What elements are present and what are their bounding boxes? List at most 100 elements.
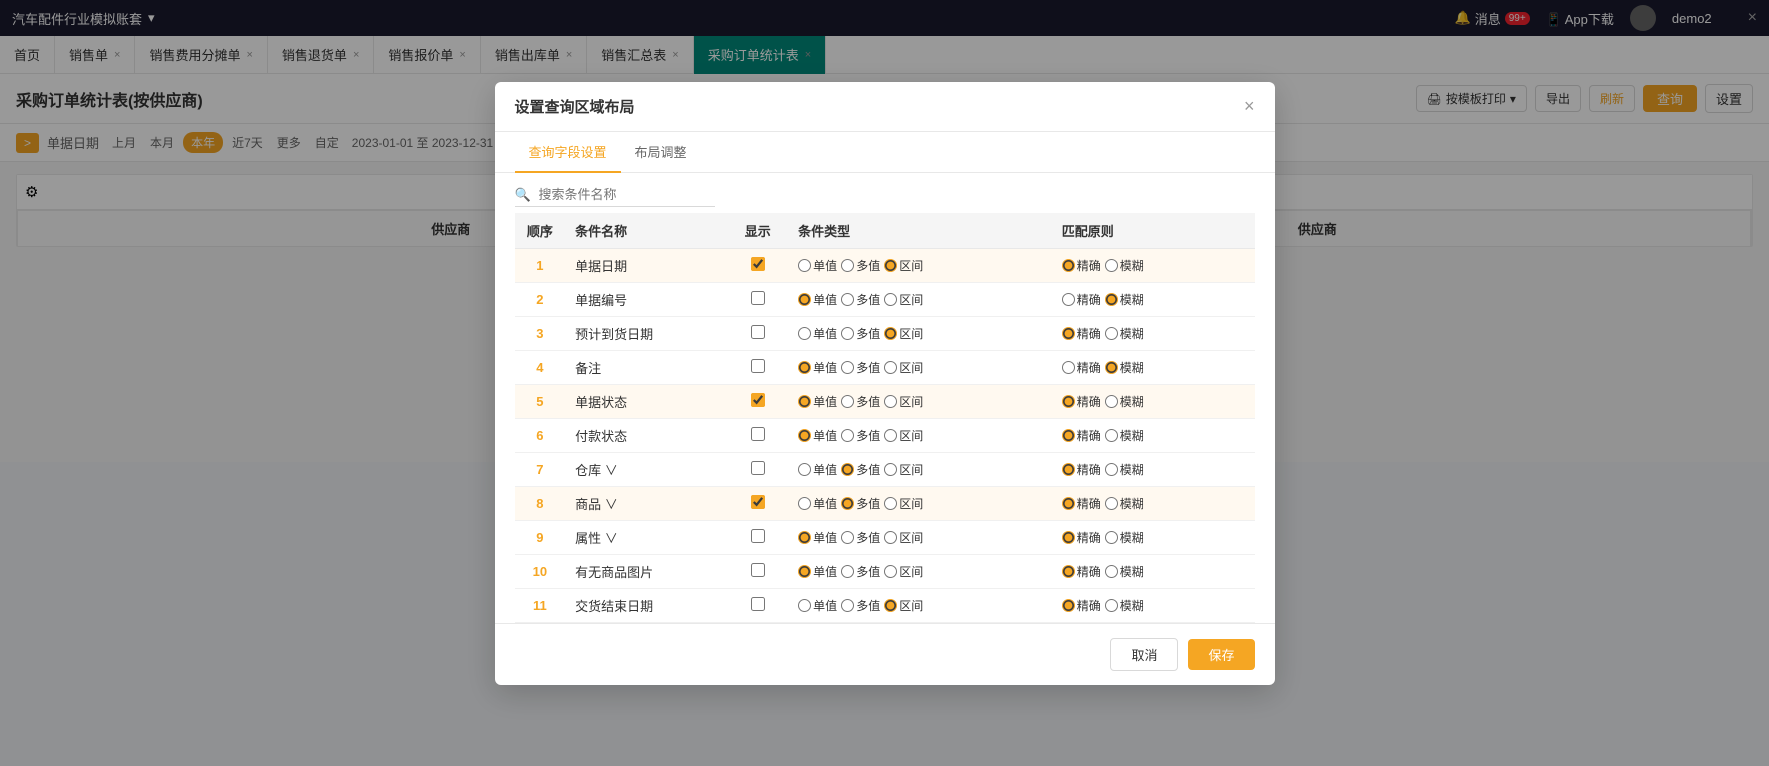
display-checkbox[interactable]	[751, 427, 765, 441]
display-checkbox[interactable]	[751, 393, 765, 407]
cell-match: 精确模糊	[1052, 282, 1255, 316]
display-checkbox[interactable]	[751, 257, 765, 271]
match-radio-option[interactable]: 精确	[1062, 427, 1101, 444]
display-checkbox[interactable]	[751, 325, 765, 339]
type-radio-option[interactable]: 多值	[841, 325, 880, 342]
type-radio-option[interactable]: 区间	[884, 359, 923, 376]
type-radio-option[interactable]: 多值	[841, 597, 880, 614]
cell-name: 交货结束日期	[565, 588, 727, 622]
type-radio-option[interactable]: 区间	[884, 597, 923, 614]
save-button[interactable]: 保存	[1188, 639, 1254, 670]
display-checkbox[interactable]	[751, 563, 765, 577]
match-radio-option[interactable]: 模糊	[1105, 427, 1144, 444]
cell-type: 单值多值区间	[788, 520, 1052, 554]
search-input[interactable]	[515, 183, 715, 207]
type-radio-option[interactable]: 单值	[798, 461, 837, 478]
cell-type: 单值多值区间	[788, 588, 1052, 622]
match-radio-option[interactable]: 精确	[1062, 257, 1101, 274]
display-checkbox[interactable]	[751, 529, 765, 543]
type-radio-option[interactable]: 区间	[884, 461, 923, 478]
type-radio-option[interactable]: 多值	[841, 427, 880, 444]
match-radio-option[interactable]: 模糊	[1105, 495, 1144, 512]
match-radio-option[interactable]: 精确	[1062, 359, 1101, 376]
cell-type: 单值多值区间	[788, 452, 1052, 486]
table-row: 4备注 单值多值区间 精确模糊	[515, 350, 1255, 384]
match-radio-option[interactable]: 模糊	[1105, 597, 1144, 614]
match-radio-option[interactable]: 模糊	[1105, 461, 1144, 478]
type-radio-option[interactable]: 区间	[884, 393, 923, 410]
modal-overlay: 设置查询区域布局 × 查询字段设置 布局调整 🔍 顺序	[0, 0, 1769, 766]
tab-query-fields[interactable]: 查询字段设置	[515, 132, 621, 173]
cell-display	[727, 588, 788, 622]
match-radio-option[interactable]: 模糊	[1105, 257, 1144, 274]
type-radio-option[interactable]: 多值	[841, 257, 880, 274]
type-radio-option[interactable]: 区间	[884, 427, 923, 444]
type-radio-option[interactable]: 多值	[841, 359, 880, 376]
match-radio-option[interactable]: 精确	[1062, 563, 1101, 580]
type-radio-option[interactable]: 单值	[798, 325, 837, 342]
cell-display	[727, 554, 788, 588]
match-radio-option[interactable]: 精确	[1062, 529, 1101, 546]
display-checkbox[interactable]	[751, 291, 765, 305]
cell-name: 备注	[565, 350, 727, 384]
match-radio-option[interactable]: 模糊	[1105, 563, 1144, 580]
display-checkbox[interactable]	[751, 597, 765, 611]
type-radio-option[interactable]: 单值	[798, 495, 837, 512]
dialog-close-button[interactable]: ×	[1244, 97, 1255, 115]
type-radio-option[interactable]: 单值	[798, 257, 837, 274]
match-radio-option[interactable]: 精确	[1062, 597, 1101, 614]
match-radio-option[interactable]: 精确	[1062, 393, 1101, 410]
cell-order: 4	[515, 350, 566, 384]
type-radio-option[interactable]: 多值	[841, 461, 880, 478]
match-radio-option[interactable]: 精确	[1062, 291, 1101, 308]
type-radio-option[interactable]: 单值	[798, 563, 837, 580]
col-type: 条件类型	[788, 213, 1052, 249]
type-radio-option[interactable]: 单值	[798, 359, 837, 376]
type-radio-option[interactable]: 单值	[798, 393, 837, 410]
type-radio-option[interactable]: 区间	[884, 257, 923, 274]
cell-type: 单值多值区间	[788, 248, 1052, 282]
type-radio-option[interactable]: 区间	[884, 495, 923, 512]
table-row: 6付款状态单值多值区间精确模糊	[515, 418, 1255, 452]
dialog-search-area: 🔍	[495, 173, 1275, 213]
match-radio-option[interactable]: 模糊	[1105, 325, 1144, 342]
table-row: 5单据状态单值多值区间精确模糊	[515, 384, 1255, 418]
settings-dialog: 设置查询区域布局 × 查询字段设置 布局调整 🔍 顺序	[495, 82, 1275, 685]
type-radio-option[interactable]: 多值	[841, 393, 880, 410]
match-radio-option[interactable]: 精确	[1062, 461, 1101, 478]
type-radio-option[interactable]: 多值	[841, 291, 880, 308]
dialog-tabs: 查询字段设置 布局调整	[495, 132, 1275, 173]
match-radio-option[interactable]: 模糊	[1105, 291, 1144, 308]
display-checkbox[interactable]	[751, 461, 765, 475]
type-radio-option[interactable]: 多值	[841, 495, 880, 512]
type-radio-option[interactable]: 区间	[884, 529, 923, 546]
cell-name: 仓库 ∨	[565, 452, 727, 486]
cell-type: 单值多值区间	[788, 486, 1052, 520]
type-radio-option[interactable]: 单值	[798, 597, 837, 614]
dialog-title: 设置查询区域布局	[515, 96, 635, 117]
cell-type: 单值多值区间	[788, 384, 1052, 418]
cell-name: 单据状态	[565, 384, 727, 418]
cancel-button[interactable]: 取消	[1110, 638, 1178, 671]
match-radio-option[interactable]: 精确	[1062, 325, 1101, 342]
display-checkbox[interactable]	[751, 359, 765, 373]
match-radio-option[interactable]: 模糊	[1105, 359, 1144, 376]
conditions-table: 顺序 条件名称 显示 条件类型 匹配原则 1单据日期单值多值区间精确模糊2单据编…	[515, 213, 1255, 623]
type-radio-option[interactable]: 单值	[798, 291, 837, 308]
type-radio-option[interactable]: 多值	[841, 563, 880, 580]
type-radio-option[interactable]: 区间	[884, 291, 923, 308]
match-radio-option[interactable]: 精确	[1062, 495, 1101, 512]
type-radio-option[interactable]: 单值	[798, 427, 837, 444]
type-radio-option[interactable]: 多值	[841, 529, 880, 546]
cell-match: 精确模糊	[1052, 316, 1255, 350]
tab-layout-adjust[interactable]: 布局调整	[621, 132, 701, 173]
cell-display	[727, 520, 788, 554]
type-radio-option[interactable]: 单值	[798, 529, 837, 546]
type-radio-option[interactable]: 区间	[884, 325, 923, 342]
cell-display	[727, 248, 788, 282]
type-radio-option[interactable]: 区间	[884, 563, 923, 580]
match-radio-option[interactable]: 模糊	[1105, 393, 1144, 410]
display-checkbox[interactable]	[751, 495, 765, 509]
cell-match: 精确模糊	[1052, 350, 1255, 384]
match-radio-option[interactable]: 模糊	[1105, 529, 1144, 546]
